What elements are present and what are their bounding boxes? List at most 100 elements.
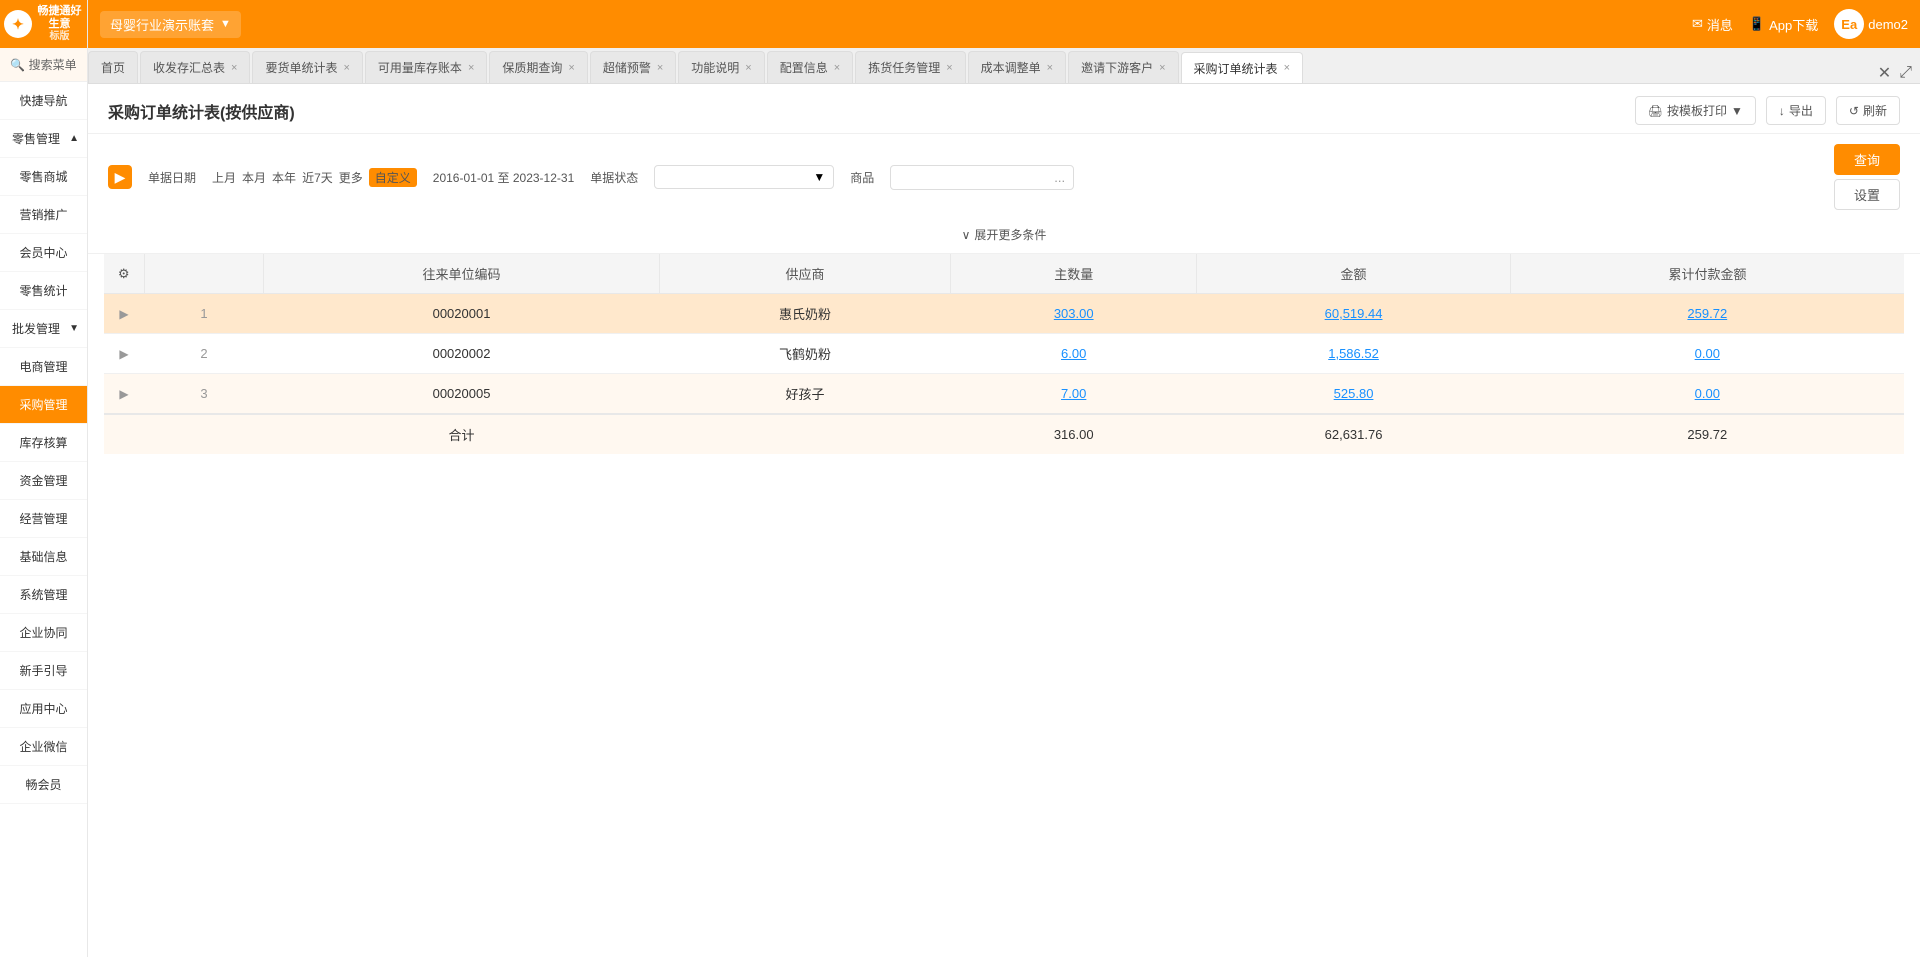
col-amount: 金额 [1197,254,1511,294]
tab-close-function-desc[interactable]: × [745,62,751,74]
print-button[interactable]: 🖨 按模板打印 ▼ [1635,96,1756,125]
tab-receive[interactable]: 收发存汇总表 × [140,51,250,83]
shortcut-prev-month[interactable]: 上月 [212,169,236,186]
tab-invite-downstream[interactable]: 邀请下游客户 × [1068,51,1178,83]
sidebar-item-wholesale[interactable]: 批发管理 ▼ [0,310,87,348]
tab-overstock[interactable]: 超储预警 × [590,51,676,83]
tab-cost-adjust[interactable]: 成本调整单 × [968,51,1066,83]
row-qty[interactable]: 7.00 [951,374,1197,415]
tab-function-desc[interactable]: 功能说明 × [678,51,764,83]
status-select-arrow: ▼ [813,170,825,184]
status-select[interactable]: ▼ [654,165,834,189]
col-settings[interactable]: ⚙ [104,254,144,294]
shortcut-7days[interactable]: 近7天 [302,169,333,186]
custom-badge[interactable]: 自定义 [369,168,417,187]
tab-close-cost-adjust[interactable]: × [1047,62,1053,74]
sidebar-item-ecommerce[interactable]: 电商管理 [0,348,87,386]
top-bar: 母婴行业演示账套 ▼ ✉ 消息 📱 App下载 Ea demo2 [88,0,1920,48]
sidebar-item-enterprise[interactable]: 企业协同 [0,614,87,652]
sidebar-item-basic[interactable]: 基础信息 [0,538,87,576]
row-paid[interactable]: 259.72 [1511,294,1904,334]
sidebar-item-inventory[interactable]: 库存核算 [0,424,87,462]
row-expand[interactable]: ▶ [104,294,144,334]
row-expand[interactable]: ▶ [104,374,144,415]
filter-toggle-button[interactable]: ▶ [108,165,132,189]
sidebar-item-marketing[interactable]: 营销推广 [0,196,87,234]
message-icon: ✉ [1692,16,1703,32]
footer-qty: 316.00 [951,414,1197,454]
tab-close-purchase-detail[interactable]: × [343,62,349,74]
tab-maximize-icon[interactable]: ⤢ [1899,64,1912,82]
row-qty[interactable]: 303.00 [951,294,1197,334]
sidebar-item-guide[interactable]: 新手引导 [0,652,87,690]
tab-close-available-stock[interactable]: × [468,62,474,74]
tab-picking-task[interactable]: 拣货任务管理 × [855,51,965,83]
footer-paid: 259.72 [1511,414,1904,454]
settings-button[interactable]: 设置 [1834,179,1900,210]
row-amount[interactable]: 1,586.52 [1197,334,1511,374]
row-seq: 2 [144,334,264,374]
expand-more-button[interactable]: ∨ 展开更多条件 [962,226,1047,243]
tab-close-expiry[interactable]: × [568,62,574,74]
workspace-selector[interactable]: 母婴行业演示账套 ▼ [100,11,241,38]
retail-arrow-icon: ▲ [69,133,79,144]
tab-close-purchase-summary[interactable]: × [1284,62,1290,74]
tab-close-config[interactable]: × [834,62,840,74]
tab-close-receive[interactable]: × [231,62,237,74]
row-qty[interactable]: 6.00 [951,334,1197,374]
table-row[interactable]: ▶ 2 00020002 飞鹤奶粉 6.00 1,586.52 0.00 [104,334,1904,374]
refresh-button[interactable]: ↺ 刷新 [1836,96,1900,125]
shortcut-this-year[interactable]: 本年 [272,169,296,186]
goods-input-wrapper[interactable]: ... [890,165,1074,190]
content-area: 采购订单统计表(按供应商) 🖨 按模板打印 ▼ ↓ 导出 ↺ 刷新 [88,84,1920,957]
shortcut-more[interactable]: 更多 [339,169,363,186]
sidebar-item-finance[interactable]: 资金管理 [0,462,87,500]
goods-input[interactable] [899,170,1054,184]
row-paid[interactable]: 0.00 [1511,334,1904,374]
sidebar-item-system[interactable]: 系统管理 [0,576,87,614]
app-download-button[interactable]: 📱 App下载 [1749,15,1818,34]
sidebar-item-wechat[interactable]: 企业微信 [0,728,87,766]
sidebar-item-retail[interactable]: 零售管理 ▲ [0,120,87,158]
tab-expiry[interactable]: 保质期查询 × [489,51,587,83]
tab-available-stock[interactable]: 可用量库存账本 × [365,51,487,83]
table-row[interactable]: ▶ 3 00020005 好孩子 7.00 525.80 0.00 [104,374,1904,415]
tab-close-invite-downstream[interactable]: × [1159,62,1165,74]
tab-close-overstock[interactable]: × [657,62,663,74]
sidebar-item-operations[interactable]: 经营管理 [0,500,87,538]
tab-home[interactable]: 首页 [88,51,138,83]
query-button[interactable]: 查询 [1834,144,1900,175]
col-code: 往来单位编码 [264,254,659,294]
export-button[interactable]: ↓ 导出 [1766,96,1826,125]
tab-close-all-icon[interactable]: ✕ [1878,63,1891,83]
row-supplier: 飞鹤奶粉 [659,334,951,374]
sidebar: ✦ 畅捷通好生意 标版 🔍 搜索菜单 快捷导航 零售管理 ▲ 零售商城 营销推广… [0,0,88,957]
search-menu[interactable]: 🔍 搜索菜单 [0,48,87,82]
avatar-label: Ea [1841,17,1857,32]
col-supplier: 供应商 [659,254,951,294]
message-button[interactable]: ✉ 消息 [1692,15,1733,34]
sidebar-item-app-center[interactable]: 应用中心 [0,690,87,728]
sidebar-item-retail-store[interactable]: 零售商城 [0,158,87,196]
sidebar-item-purchase[interactable]: 采购管理 [0,386,87,424]
sidebar-item-retail-stat[interactable]: 零售统计 [0,272,87,310]
shortcut-this-month[interactable]: 本月 [242,169,266,186]
tab-config[interactable]: 配置信息 × [767,51,853,83]
page-actions: 🖨 按模板打印 ▼ ↓ 导出 ↺ 刷新 [1635,96,1900,125]
row-expand[interactable]: ▶ [104,334,144,374]
row-amount[interactable]: 525.80 [1197,374,1511,415]
print-arrow-icon: ▼ [1731,104,1743,118]
user-menu[interactable]: Ea demo2 [1834,9,1908,39]
row-amount[interactable]: 60,519.44 [1197,294,1511,334]
date-range-display: 2016-01-01 至 2023-12-31 [433,169,574,186]
tab-purchase-summary[interactable]: 采购订单统计表 × [1181,52,1303,84]
tab-purchase-detail[interactable]: 要货单统计表 × [252,51,362,83]
sidebar-item-member[interactable]: 会员中心 [0,234,87,272]
tab-close-picking-task[interactable]: × [946,62,952,74]
expand-down-icon: ∨ [962,228,971,242]
table-row[interactable]: ▶ 1 00020001 惠氏奶粉 303.00 60,519.44 259.7… [104,294,1904,334]
row-paid[interactable]: 0.00 [1511,374,1904,415]
filter-row-1: ▶ 单据日期 上月 本月 本年 近7天 更多 自定义 2016-01-01 至 … [108,144,1900,210]
sidebar-item-quick-nav[interactable]: 快捷导航 [0,82,87,120]
sidebar-item-membership[interactable]: 畅会员 [0,766,87,804]
